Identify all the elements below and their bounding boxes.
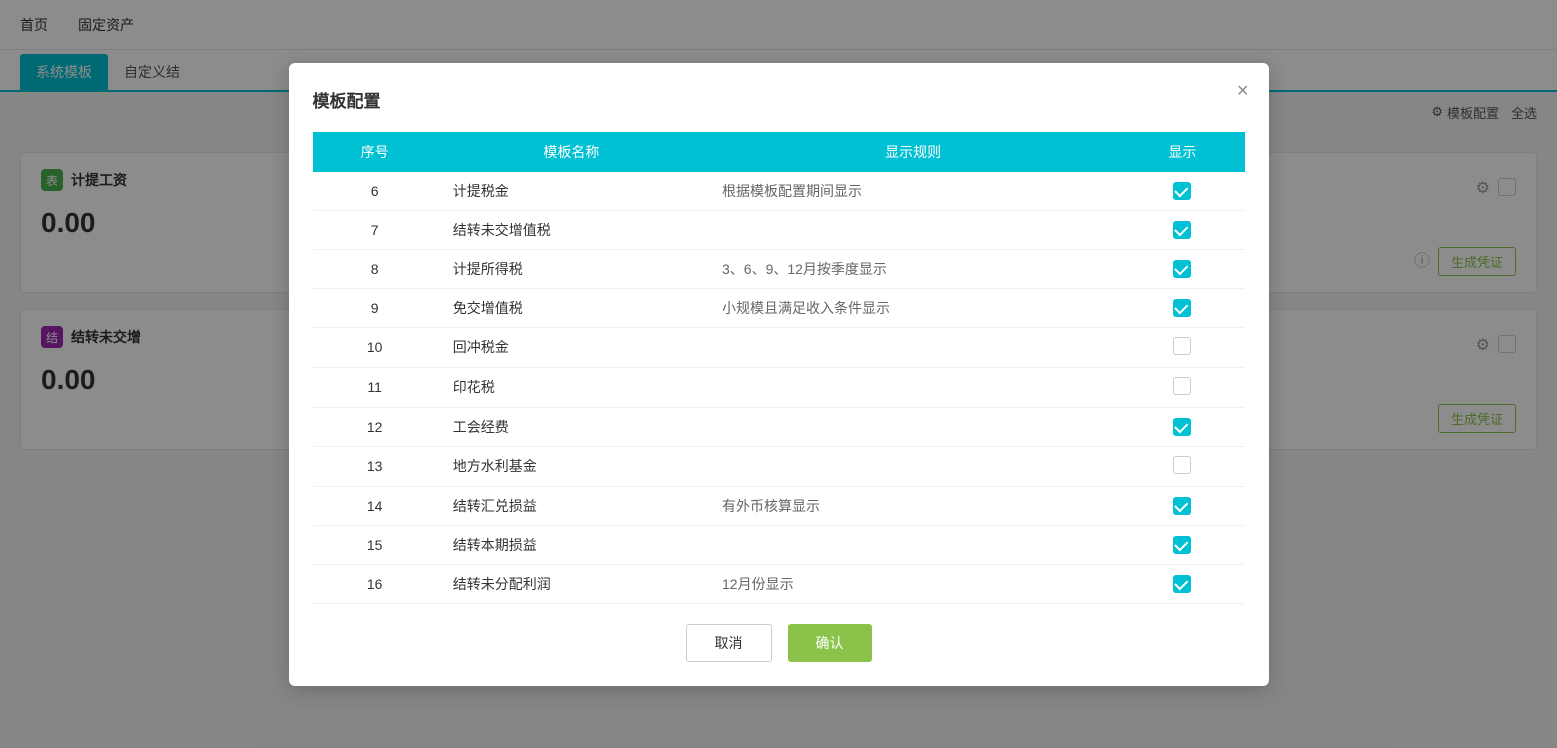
cell-rule: 根据模板配置期间显示: [706, 172, 1120, 211]
cell-rule: 3、6、9、12月按季度显示: [706, 249, 1120, 288]
cell-checkbox[interactable]: [1120, 564, 1244, 603]
cell-seq: 16: [313, 564, 437, 603]
cell-rule: 有外币核算显示: [706, 486, 1120, 525]
cell-rule: [706, 327, 1120, 367]
cell-name: 计提税金: [437, 172, 706, 211]
cell-name: 印花税: [437, 367, 706, 407]
dialog-close-button[interactable]: ×: [1237, 81, 1249, 101]
cell-checkbox[interactable]: [1120, 407, 1244, 446]
dialog-footer: 取消 确认: [313, 624, 1245, 662]
checkbox-checked[interactable]: [1173, 418, 1191, 436]
table-row: 12工会经费: [313, 407, 1245, 446]
cell-rule: [706, 407, 1120, 446]
table-row: 11印花税: [313, 367, 1245, 407]
checkbox-checked[interactable]: [1173, 182, 1191, 200]
cell-seq: 15: [313, 525, 437, 564]
cell-checkbox[interactable]: [1120, 172, 1244, 211]
cell-rule: [706, 446, 1120, 486]
confirm-button[interactable]: 确认: [788, 624, 872, 662]
cell-rule: [706, 210, 1120, 249]
cell-checkbox[interactable]: [1120, 327, 1244, 367]
cell-name: 工会经费: [437, 407, 706, 446]
cell-checkbox[interactable]: [1120, 525, 1244, 564]
checkbox-unchecked[interactable]: [1173, 337, 1191, 355]
checkbox-unchecked[interactable]: [1173, 456, 1191, 474]
cell-seq: 13: [313, 446, 437, 486]
cell-rule: 小规模且满足收入条件显示: [706, 288, 1120, 327]
cell-name: 结转本期损益: [437, 525, 706, 564]
checkbox-checked[interactable]: [1173, 260, 1191, 278]
dialog-title: 模板配置: [313, 87, 1245, 112]
cell-seq: 14: [313, 486, 437, 525]
cell-seq: 6: [313, 172, 437, 211]
col-header-show: 显示: [1120, 132, 1244, 172]
cell-seq: 8: [313, 249, 437, 288]
checkbox-checked[interactable]: [1173, 299, 1191, 317]
cell-checkbox[interactable]: [1120, 288, 1244, 327]
table-row: 13地方水利基金: [313, 446, 1245, 486]
col-header-name: 模板名称: [437, 132, 706, 172]
cell-checkbox[interactable]: [1120, 210, 1244, 249]
modal-overlay: 模板配置 × 序号 模板名称 显示规则 显示 6计提税金根据模板配置期间显示7结…: [0, 0, 1557, 748]
cell-seq: 10: [313, 327, 437, 367]
cancel-button[interactable]: 取消: [686, 624, 772, 662]
cell-name: 结转未交增值税: [437, 210, 706, 249]
cell-name: 地方水利基金: [437, 446, 706, 486]
checkbox-checked[interactable]: [1173, 221, 1191, 239]
table-row: 6计提税金根据模板配置期间显示: [313, 172, 1245, 211]
dialog-table-wrapper: 序号 模板名称 显示规则 显示 6计提税金根据模板配置期间显示7结转未交增值税8…: [313, 132, 1245, 604]
table-row: 14结转汇兑损益有外币核算显示: [313, 486, 1245, 525]
config-table: 序号 模板名称 显示规则 显示 6计提税金根据模板配置期间显示7结转未交增值税8…: [313, 132, 1245, 604]
table-row: 8计提所得税3、6、9、12月按季度显示: [313, 249, 1245, 288]
cell-name: 免交增值税: [437, 288, 706, 327]
table-row: 10回冲税金: [313, 327, 1245, 367]
table-row: 7结转未交增值税: [313, 210, 1245, 249]
col-header-rule: 显示规则: [706, 132, 1120, 172]
cell-rule: [706, 525, 1120, 564]
table-row: 16结转未分配利润12月份显示: [313, 564, 1245, 603]
cell-checkbox[interactable]: [1120, 486, 1244, 525]
checkbox-checked[interactable]: [1173, 497, 1191, 515]
cell-seq: 12: [313, 407, 437, 446]
cell-checkbox[interactable]: [1120, 446, 1244, 486]
cell-rule: 12月份显示: [706, 564, 1120, 603]
cell-seq: 11: [313, 367, 437, 407]
cell-name: 计提所得税: [437, 249, 706, 288]
col-header-seq: 序号: [313, 132, 437, 172]
table-row: 15结转本期损益: [313, 525, 1245, 564]
template-config-dialog: 模板配置 × 序号 模板名称 显示规则 显示 6计提税金根据模板配置期间显示7结…: [289, 63, 1269, 686]
cell-rule: [706, 367, 1120, 407]
checkbox-unchecked[interactable]: [1173, 377, 1191, 395]
cell-name: 结转未分配利润: [437, 564, 706, 603]
cell-checkbox[interactable]: [1120, 367, 1244, 407]
table-row: 9免交增值税小规模且满足收入条件显示: [313, 288, 1245, 327]
cell-seq: 9: [313, 288, 437, 327]
checkbox-checked[interactable]: [1173, 536, 1191, 554]
cell-name: 回冲税金: [437, 327, 706, 367]
cell-name: 结转汇兑损益: [437, 486, 706, 525]
checkbox-checked[interactable]: [1173, 575, 1191, 593]
cell-seq: 7: [313, 210, 437, 249]
cell-checkbox[interactable]: [1120, 249, 1244, 288]
